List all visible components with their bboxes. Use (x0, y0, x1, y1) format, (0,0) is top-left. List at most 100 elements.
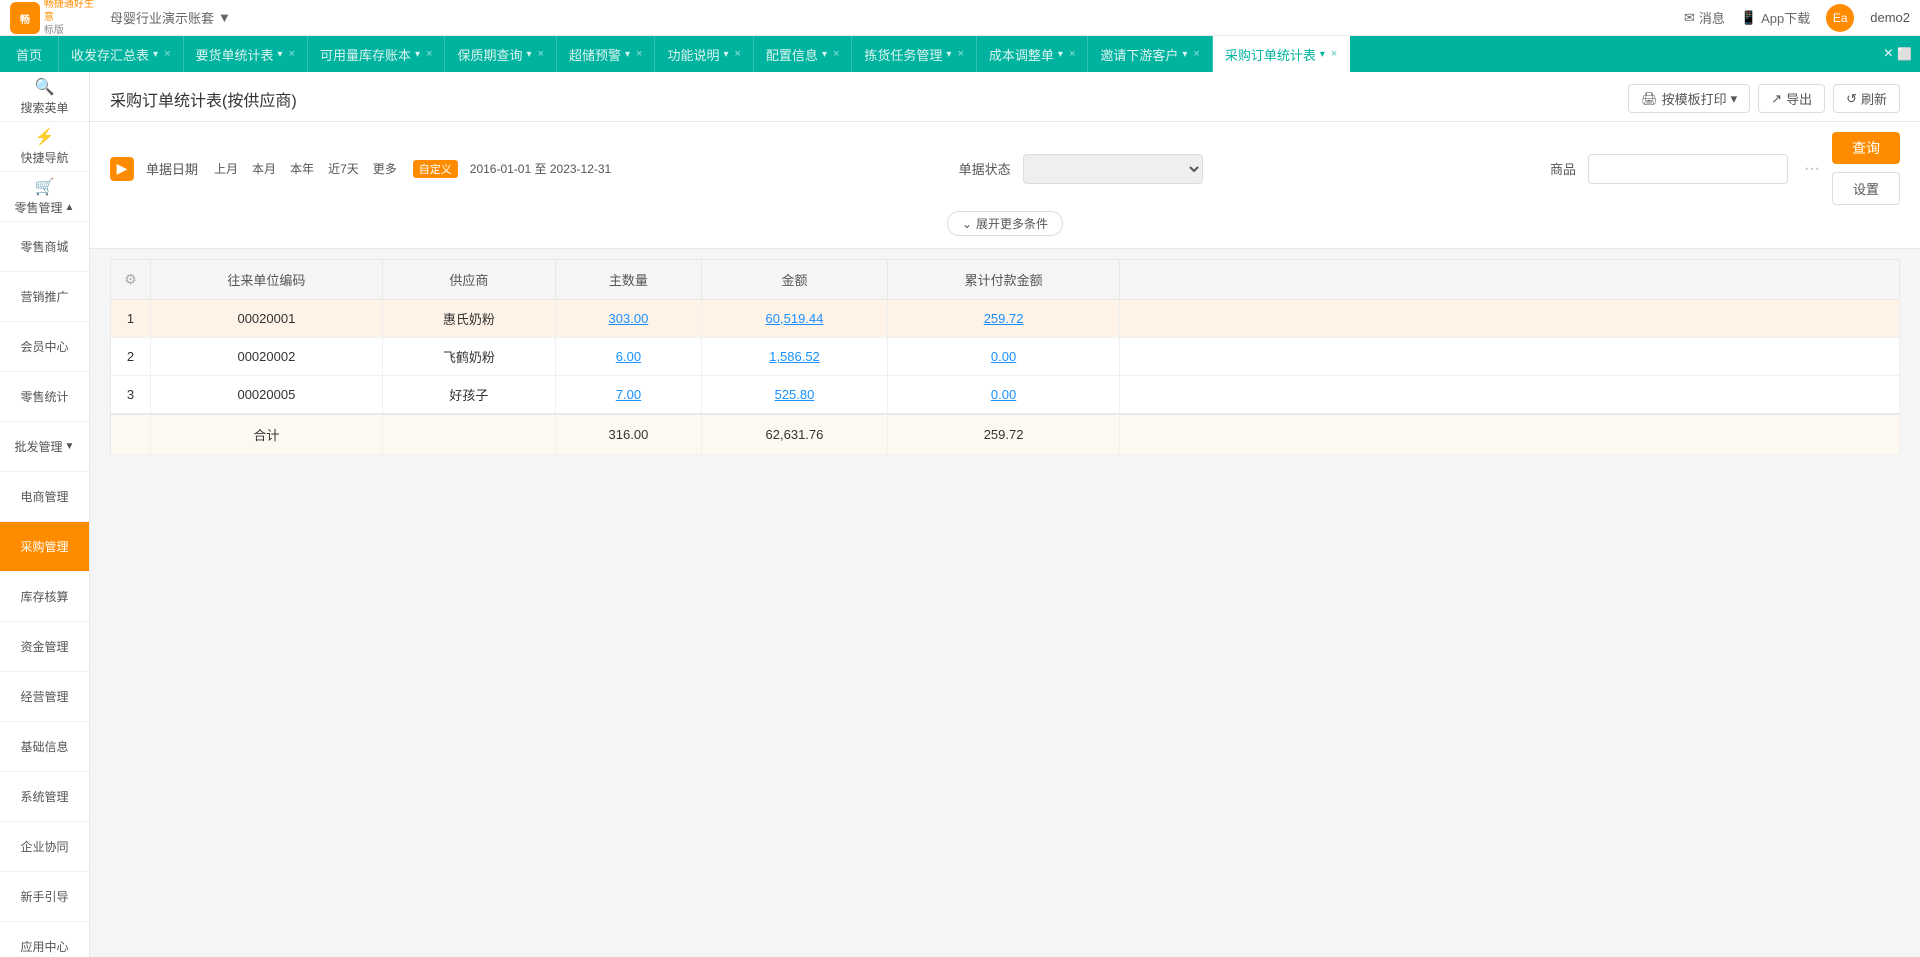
sidebar-item-search[interactable]: 🔍 搜索英单 (0, 72, 89, 122)
tab7-close[interactable]: × (833, 48, 839, 60)
sidebar-item-ecommerce[interactable]: 电商管理 (0, 472, 89, 522)
cell-qty-1[interactable]: 6.00 (556, 338, 702, 376)
tab3-close[interactable]: × (426, 48, 432, 60)
shortcut-this-month[interactable]: 本月 (248, 158, 280, 179)
sidebar-item-system[interactable]: 系统管理 (0, 772, 89, 822)
header-actions: 🖨 按模板打印 ▾ ↗ 导出 ↺ 刷新 (1628, 84, 1900, 113)
print-arrow: ▾ (1731, 91, 1738, 107)
workspace-select[interactable]: 母婴行业演示账套 ▼ (110, 8, 235, 27)
cell-amount-1[interactable]: 1,586.52 (701, 338, 887, 376)
footer-extra (1120, 414, 1900, 455)
expand-label: 展开更多条件 (976, 215, 1048, 232)
cell-qty-2[interactable]: 7.00 (556, 376, 702, 415)
tab6-close[interactable]: × (734, 48, 740, 60)
goods-input[interactable] (1588, 154, 1788, 184)
filter-area: ▶ 单据日期 上月 本月 本年 近7天 更多 自定义 2016-01-01 至 … (90, 122, 1920, 249)
tab-7[interactable]: 配置信息 ▾ × (754, 36, 852, 72)
export-button[interactable]: ↗ 导出 (1758, 84, 1825, 113)
nav-window-controls: × ⬜ (1876, 45, 1920, 63)
sidebar-item-retail[interactable]: 🛒 零售管理 ▲ (0, 172, 89, 222)
export-icon: ↗ (1771, 91, 1782, 107)
table-settings-icon[interactable]: ⚙ (124, 271, 137, 287)
footer-qty: 316.00 (556, 414, 702, 455)
tab2-close[interactable]: × (289, 48, 295, 60)
sidebar-item-retail-stat[interactable]: 零售统计 (0, 372, 89, 422)
query-button[interactable]: 查询 (1832, 132, 1900, 164)
table-footer-row: 合计 316.00 62,631.76 259.72 (111, 414, 1900, 455)
tab-5[interactable]: 超储预警 ▾ × (557, 36, 655, 72)
tab8-arrow: ▾ (946, 49, 951, 60)
sidebar-finance-label: 资金管理 (20, 638, 68, 655)
filter-toggle-btn[interactable]: ▶ (110, 157, 134, 181)
cell-paid-0[interactable]: 259.72 (888, 300, 1120, 338)
tab10-close[interactable]: × (1193, 48, 1199, 60)
sidebar-inventory-label: 库存核算 (20, 588, 68, 605)
print-button[interactable]: 🖨 按模板打印 ▾ (1628, 84, 1750, 113)
sidebar-item-basic[interactable]: 基础信息 (0, 722, 89, 772)
cell-paid-2[interactable]: 0.00 (888, 376, 1120, 415)
sidebar-item-purchase[interactable]: 采购管理 (0, 522, 89, 572)
sidebar-item-finance[interactable]: 资金管理 (0, 622, 89, 672)
status-select[interactable] (1023, 154, 1203, 184)
refresh-button[interactable]: ↺ 刷新 (1833, 84, 1900, 113)
sidebar-item-retail-shop[interactable]: 零售商城 (0, 222, 89, 272)
user-name: demo2 (1870, 10, 1910, 25)
sidebar-system-label: 系统管理 (20, 788, 68, 805)
date-from: 2016-01-01 (470, 162, 531, 176)
sidebar-item-member[interactable]: 会员中心 (0, 322, 89, 372)
sidebar-item-appcenter[interactable]: 应用中心 (0, 922, 89, 957)
tab-9[interactable]: 成本调整单 ▾ × (977, 36, 1088, 72)
nav-close-btn[interactable]: × (1884, 45, 1893, 63)
tab1-arrow: ▾ (153, 49, 158, 60)
tab9-close[interactable]: × (1069, 48, 1075, 60)
sidebar-basic-label: 基础信息 (20, 738, 68, 755)
tab-11[interactable]: 采购订单统计表 ▾ × (1213, 36, 1350, 72)
message-label: 消息 (1699, 8, 1725, 27)
cell-amount-2[interactable]: 525.80 (701, 376, 887, 415)
tab11-close[interactable]: × (1331, 48, 1337, 60)
sidebar-item-newguide[interactable]: 新手引导 (0, 872, 89, 922)
tab5-close[interactable]: × (636, 48, 642, 60)
cell-qty-0[interactable]: 303.00 (556, 300, 702, 338)
app-download-btn[interactable]: 📱 App下载 (1741, 8, 1810, 27)
table-row: 1 00020001 惠氏奶粉 303.00 60,519.44 259.72 (111, 300, 1900, 338)
tab-home[interactable]: 首页 (0, 36, 59, 72)
user-avatar[interactable]: Ea (1826, 4, 1854, 32)
tab-1[interactable]: 收发存汇总表 ▾ × (59, 36, 183, 72)
sidebar-item-inventory[interactable]: 库存核算 (0, 572, 89, 622)
shortcut-7days[interactable]: 近7天 (324, 158, 363, 179)
quick-nav-icon: ⚡ (35, 127, 55, 147)
cell-paid-1[interactable]: 0.00 (888, 338, 1120, 376)
shortcut-more[interactable]: 更多 (369, 158, 401, 179)
tab-3[interactable]: 可用量库存账本 ▾ × (308, 36, 445, 72)
tab-8[interactable]: 拣货任务管理 ▾ × (852, 36, 976, 72)
message-btn[interactable]: ✉ 消息 (1684, 8, 1725, 27)
shortcut-last-month[interactable]: 上月 (210, 158, 242, 179)
workspace-label: 母婴行业演示账套 (110, 8, 214, 27)
sidebar-item-wholesale[interactable]: 批发管理 ▼ (0, 422, 89, 472)
sidebar-retail-stat-label: 零售统计 (20, 388, 68, 405)
settings-button[interactable]: 设置 (1832, 172, 1900, 205)
sidebar-item-quick[interactable]: ⚡ 快捷导航 (0, 122, 89, 172)
tab1-close[interactable]: × (164, 48, 170, 60)
tab9-arrow: ▾ (1058, 49, 1063, 60)
shortcut-this-year[interactable]: 本年 (286, 158, 318, 179)
cell-amount-0[interactable]: 60,519.44 (701, 300, 887, 338)
tab-2[interactable]: 要货单统计表 ▾ × (184, 36, 308, 72)
tab-10[interactable]: 邀请下游客户 ▾ × (1088, 36, 1212, 72)
tab4-close[interactable]: × (538, 48, 544, 60)
sidebar-item-marketing[interactable]: 营销推广 (0, 272, 89, 322)
sidebar-purchase-label: 采购管理 (20, 538, 68, 555)
custom-date-tag[interactable]: 自定义 (413, 160, 458, 178)
sidebar-item-enterprise[interactable]: 企业协同 (0, 822, 89, 872)
more-conditions-btn[interactable]: ··· (1804, 160, 1820, 178)
tab8-close[interactable]: × (957, 48, 963, 60)
nav-maximize-btn[interactable]: ⬜ (1897, 47, 1912, 61)
nav-tabs: 首页 收发存汇总表 ▾ × 要货单统计表 ▾ × 可用量库存账本 ▾ × 保质期… (0, 36, 1920, 72)
expand-conditions-btn[interactable]: ⌄ 展开更多条件 (947, 211, 1063, 236)
cell-num-0: 1 (111, 300, 151, 338)
tab-home-label: 首页 (16, 45, 42, 64)
sidebar-item-operation[interactable]: 经营管理 (0, 672, 89, 722)
tab-4[interactable]: 保质期查询 ▾ × (445, 36, 556, 72)
tab-6[interactable]: 功能说明 ▾ × (655, 36, 753, 72)
